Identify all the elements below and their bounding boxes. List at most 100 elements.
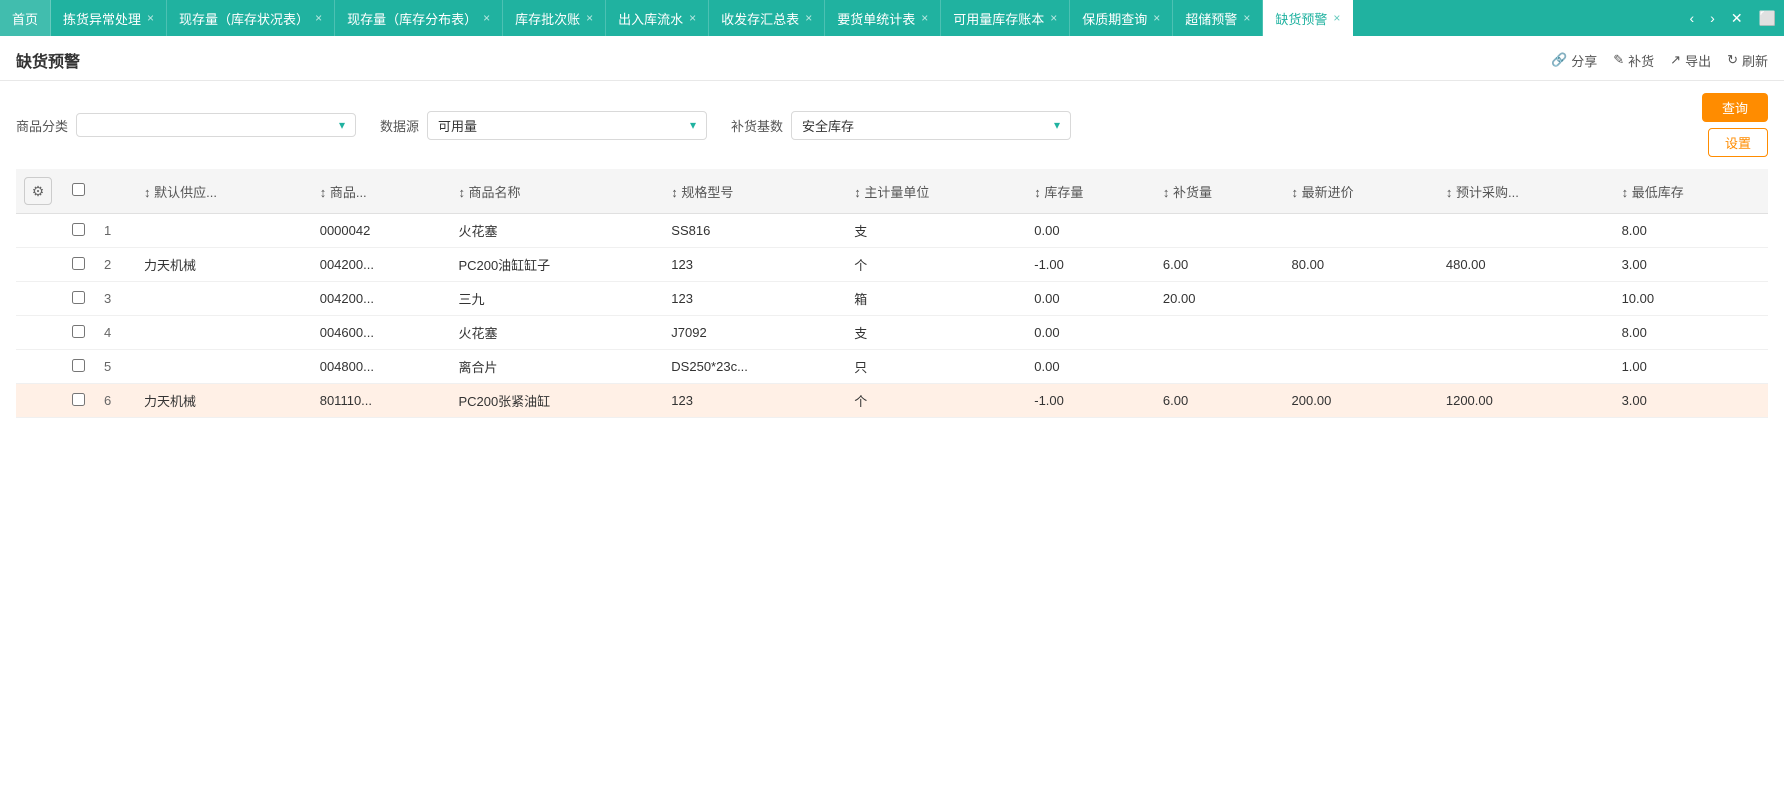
col-min-stock[interactable]: ↕ 最低库存 xyxy=(1614,169,1768,214)
row-index: 6 xyxy=(96,384,136,418)
data-table: ⚙ ↕ 默认供应... ↕ 商品... ↕ 商品名称 xyxy=(16,169,1768,418)
table-row: 4 004600... 火花塞 J7092 支 0.00 8.00 xyxy=(16,316,1768,350)
row-checkbox-3[interactable] xyxy=(72,325,85,338)
tab-home[interactable]: 首页 xyxy=(0,0,51,36)
tab-10[interactable]: 超储预警 × xyxy=(1173,0,1263,36)
tab-8[interactable]: 可用量库存账本 × xyxy=(941,0,1070,36)
datasource-label: 数据源 xyxy=(380,116,419,135)
column-settings-icon[interactable]: ⚙ xyxy=(24,177,52,205)
row-spec: 123 xyxy=(663,282,846,316)
tab-7[interactable]: 要货单统计表 × xyxy=(825,0,941,36)
row-restock xyxy=(1155,350,1284,384)
row-code: 004600... xyxy=(312,316,451,350)
tab-4[interactable]: 库存批次账 × xyxy=(503,0,606,36)
tab-maximize-btn[interactable]: ⬜ xyxy=(1751,0,1784,36)
tab-5-close[interactable]: × xyxy=(689,11,696,25)
col-supplier[interactable]: ↕ 默认供应... xyxy=(136,169,312,214)
category-select[interactable]: ▾ xyxy=(76,113,356,137)
tab-2[interactable]: 现存量（库存状况表） × xyxy=(167,0,335,36)
row-stock: -1.00 xyxy=(1026,384,1155,418)
row-check-cell[interactable] xyxy=(60,248,96,282)
col-name-label: ↕ 商品名称 xyxy=(458,185,520,200)
tab-10-label: 超储预警 xyxy=(1185,9,1237,28)
col-restock-label: ↕ 补货量 xyxy=(1163,185,1212,200)
tab-3[interactable]: 现存量（库存分布表） × xyxy=(335,0,503,36)
share-button[interactable]: 🔗 分享 xyxy=(1551,51,1597,70)
tab-4-close[interactable]: × xyxy=(586,11,593,25)
row-checkbox-0[interactable] xyxy=(72,223,85,236)
row-check-cell[interactable] xyxy=(60,282,96,316)
row-checkbox-4[interactable] xyxy=(72,359,85,372)
tab-1-close[interactable]: × xyxy=(147,11,154,25)
tab-close-btn[interactable]: ✕ xyxy=(1723,0,1751,36)
row-settings-cell xyxy=(16,350,60,384)
row-latest-price xyxy=(1284,316,1438,350)
col-index xyxy=(96,169,136,214)
tab-9-close[interactable]: × xyxy=(1153,11,1160,25)
tab-prev-btn[interactable]: ‹ xyxy=(1681,0,1702,36)
col-stock-label: ↕ 库存量 xyxy=(1034,185,1083,200)
tab-10-close[interactable]: × xyxy=(1243,11,1250,25)
row-restock: 6.00 xyxy=(1155,248,1284,282)
row-index: 1 xyxy=(96,214,136,248)
tab-3-close[interactable]: × xyxy=(483,11,490,25)
tab-2-close[interactable]: × xyxy=(315,11,322,25)
row-supplier xyxy=(136,214,312,248)
col-stock[interactable]: ↕ 库存量 xyxy=(1026,169,1155,214)
row-name: PC200张紧油缸 xyxy=(450,384,663,418)
col-unit[interactable]: ↕ 主计量单位 xyxy=(846,169,1026,214)
col-settings[interactable]: ⚙ xyxy=(16,169,60,214)
datasource-select[interactable]: 可用量 ▾ xyxy=(427,111,707,140)
data-table-container: ⚙ ↕ 默认供应... ↕ 商品... ↕ 商品名称 xyxy=(0,169,1784,418)
row-check-cell[interactable] xyxy=(60,316,96,350)
row-checkbox-2[interactable] xyxy=(72,291,85,304)
tab-7-close[interactable]: × xyxy=(921,11,928,25)
row-latest-price: 80.00 xyxy=(1284,248,1438,282)
row-check-cell[interactable] xyxy=(60,350,96,384)
tab-bar: 首页 拣货异常处理 × 现存量（库存状况表） × 现存量（库存分布表） × 库存… xyxy=(0,0,1784,36)
col-estimated[interactable]: ↕ 预计采购... xyxy=(1438,169,1614,214)
restock-icon: ✎ xyxy=(1613,52,1624,68)
refresh-button[interactable]: ↻ 刷新 xyxy=(1727,51,1768,70)
search-button[interactable]: 查询 xyxy=(1702,93,1768,122)
col-spec[interactable]: ↕ 规格型号 xyxy=(663,169,846,214)
row-checkbox-1[interactable] xyxy=(72,257,85,270)
tab-1[interactable]: 拣货异常处理 × xyxy=(51,0,167,36)
tab-6[interactable]: 收发存汇总表 × xyxy=(709,0,825,36)
row-check-cell[interactable] xyxy=(60,384,96,418)
col-restock[interactable]: ↕ 补货量 xyxy=(1155,169,1284,214)
tab-11-close[interactable]: × xyxy=(1333,11,1340,25)
tab-6-close[interactable]: × xyxy=(805,11,812,25)
tab-next-btn[interactable]: › xyxy=(1702,0,1723,36)
tab-8-label: 可用量库存账本 xyxy=(953,9,1044,28)
tab-5[interactable]: 出入库流水 × xyxy=(606,0,709,36)
datasource-arrow-icon: ▾ xyxy=(690,118,696,132)
col-name[interactable]: ↕ 商品名称 xyxy=(450,169,663,214)
row-check-cell[interactable] xyxy=(60,214,96,248)
col-code[interactable]: ↕ 商品... xyxy=(312,169,451,214)
table-row: 1 0000042 火花塞 SS816 支 0.00 8.00 xyxy=(16,214,1768,248)
table-row: 2 力天机械 004200... PC200油缸缸子 123 个 -1.00 6… xyxy=(16,248,1768,282)
export-button[interactable]: ↗ 导出 xyxy=(1670,51,1711,70)
tab-8-close[interactable]: × xyxy=(1050,11,1057,25)
row-min-stock: 8.00 xyxy=(1614,316,1768,350)
check-all-checkbox[interactable] xyxy=(72,183,85,196)
settings-button[interactable]: 设置 xyxy=(1708,128,1768,157)
tab-9-label: 保质期查询 xyxy=(1082,9,1147,28)
tab-2-label: 现存量（库存状况表） xyxy=(179,9,309,28)
col-latest-price[interactable]: ↕ 最新进价 xyxy=(1284,169,1438,214)
tab-9[interactable]: 保质期查询 × xyxy=(1070,0,1173,36)
restock-button[interactable]: ✎ 补货 xyxy=(1613,51,1654,70)
tab-11[interactable]: 缺货预警 × xyxy=(1263,0,1353,36)
row-unit: 个 xyxy=(846,384,1026,418)
row-index: 2 xyxy=(96,248,136,282)
row-spec: DS250*23c... xyxy=(663,350,846,384)
row-spec: 123 xyxy=(663,248,846,282)
row-stock: 0.00 xyxy=(1026,214,1155,248)
row-checkbox-5[interactable] xyxy=(72,393,85,406)
row-settings-cell xyxy=(16,282,60,316)
page-header: 缺货预警 🔗 分享 ✎ 补货 ↗ 导出 ↻ 刷新 xyxy=(0,36,1784,81)
category-filter: 商品分类 ▾ xyxy=(16,113,356,137)
col-check-all[interactable] xyxy=(60,169,96,214)
restock-select[interactable]: 安全库存 ▾ xyxy=(791,111,1071,140)
